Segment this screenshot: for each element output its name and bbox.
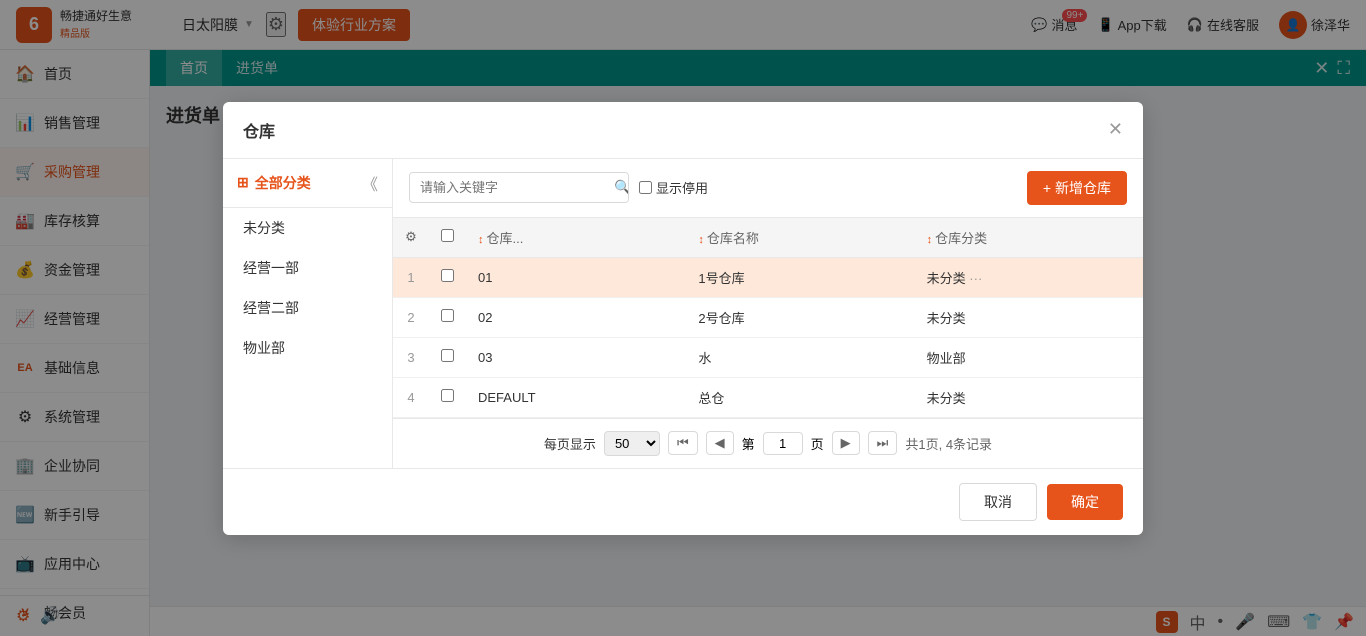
add-warehouse-btn[interactable]: + 新增仓库 (1027, 171, 1127, 205)
row-name: 水 (686, 337, 914, 377)
row-code: 02 (466, 297, 686, 337)
modal-body: ⊞ 全部分类 《 未分类 经营一部 经营二部 物业部 🔍 (223, 159, 1143, 468)
page-prev-btn[interactable]: ◀ (706, 431, 734, 455)
collapse-btn[interactable]: 《 (362, 171, 378, 195)
per-page-label: 每页显示 (544, 434, 596, 453)
row-num: 4 (393, 377, 429, 417)
more-icon[interactable]: ··· (969, 271, 982, 286)
sort-icon2: ↕ (698, 234, 704, 246)
row-name: 2号仓库 (686, 297, 914, 337)
page-first-btn[interactable]: ⏮ (668, 431, 698, 455)
modal-pagination: 每页显示 50 100 ⏮ ◀ 第 页 ▶ ⏭ 共1页, 4条记录 (393, 418, 1143, 468)
modal-overlay: 仓库 ✕ ⊞ 全部分类 《 未分类 经营一部 经营二部 物业部 (0, 0, 1366, 636)
row-checkbox[interactable] (441, 269, 454, 282)
row-category: 未分类 (915, 377, 1143, 417)
row-code: 01 (466, 257, 686, 297)
page-last-btn[interactable]: ⏭ (868, 431, 898, 455)
category-item-dept2[interactable]: 经营二部 (223, 288, 392, 328)
sort-icon: ↕ (478, 234, 484, 246)
row-name: 1号仓库 (686, 257, 914, 297)
per-page-select[interactable]: 50 100 (604, 431, 660, 456)
show-disabled-wrap: 显示停用 (639, 178, 708, 197)
row-num: 1 (393, 257, 429, 297)
row-checkbox-cell (429, 257, 466, 297)
show-disabled-label: 显示停用 (656, 178, 708, 197)
modal-footer: 取消 确定 (223, 468, 1143, 535)
th-name[interactable]: ↕仓库名称 (686, 218, 914, 258)
warehouse-table-wrap: ⚙ ↕仓库... ↕仓库名称 (393, 218, 1143, 418)
row-checkbox-cell (429, 377, 466, 417)
category-item-unclassified[interactable]: 未分类 (223, 208, 392, 248)
modal-header: 仓库 ✕ (223, 102, 1143, 159)
table-row[interactable]: 3 03 水 物业部 (393, 337, 1143, 377)
cancel-button[interactable]: 取消 (959, 483, 1037, 521)
category-header[interactable]: ⊞ 全部分类 《 (223, 159, 392, 208)
search-wrap: 🔍 (409, 172, 629, 203)
modal-toolbar: 🔍 显示停用 + 新增仓库 (393, 159, 1143, 218)
row-checkbox[interactable] (441, 389, 454, 402)
table-row[interactable]: 1 01 1号仓库 未分类 ··· (393, 257, 1143, 297)
row-category: 物业部 (915, 337, 1143, 377)
row-num: 2 (393, 297, 429, 337)
category-header-label: 全部分类 (255, 173, 311, 193)
row-checkbox-cell (429, 297, 466, 337)
warehouse-modal: 仓库 ✕ ⊞ 全部分类 《 未分类 经营一部 经营二部 物业部 (223, 102, 1143, 535)
page-unit: 页 (811, 434, 824, 453)
modal-title: 仓库 (243, 118, 275, 142)
row-checkbox[interactable] (441, 309, 454, 322)
row-num: 3 (393, 337, 429, 377)
confirm-button[interactable]: 确定 (1047, 484, 1123, 520)
page-next-btn[interactable]: ▶ (832, 431, 860, 455)
row-category: 未分类 ··· (915, 257, 1143, 297)
th-checkbox (429, 218, 466, 258)
th-category[interactable]: ↕仓库分类 (915, 218, 1143, 258)
row-code: DEFAULT (466, 377, 686, 417)
page-total-info: 共1页, 4条记录 (905, 434, 992, 453)
modal-close-btn[interactable]: ✕ (1108, 119, 1123, 140)
show-disabled-checkbox[interactable] (639, 181, 652, 194)
row-category: 未分类 (915, 297, 1143, 337)
sort-icon3: ↕ (927, 234, 933, 246)
table-body: 1 01 1号仓库 未分类 ··· 2 (393, 257, 1143, 417)
warehouse-table: ⚙ ↕仓库... ↕仓库名称 (393, 218, 1143, 418)
row-name: 总仓 (686, 377, 914, 417)
category-item-dept1[interactable]: 经营一部 (223, 248, 392, 288)
row-code: 03 (466, 337, 686, 377)
table-row[interactable]: 2 02 2号仓库 未分类 (393, 297, 1143, 337)
select-all-checkbox[interactable] (441, 229, 454, 242)
search-input[interactable] (410, 174, 606, 201)
th-settings[interactable]: ⚙ (393, 218, 429, 258)
search-icon-btn[interactable]: 🔍 (606, 173, 629, 202)
page-input[interactable] (763, 432, 803, 455)
table-header: ⚙ ↕仓库... ↕仓库名称 (393, 218, 1143, 258)
category-item-property[interactable]: 物业部 (223, 328, 392, 368)
row-checkbox[interactable] (441, 349, 454, 362)
row-checkbox-cell (429, 337, 466, 377)
category-sidebar: ⊞ 全部分类 《 未分类 经营一部 经营二部 物业部 (223, 159, 393, 468)
grid-icon: ⊞ (237, 174, 249, 191)
table-row[interactable]: 4 DEFAULT 总仓 未分类 (393, 377, 1143, 417)
th-code[interactable]: ↕仓库... (466, 218, 686, 258)
page-label: 第 (742, 434, 755, 453)
modal-main: 🔍 显示停用 + 新增仓库 ⚙ (393, 159, 1143, 468)
